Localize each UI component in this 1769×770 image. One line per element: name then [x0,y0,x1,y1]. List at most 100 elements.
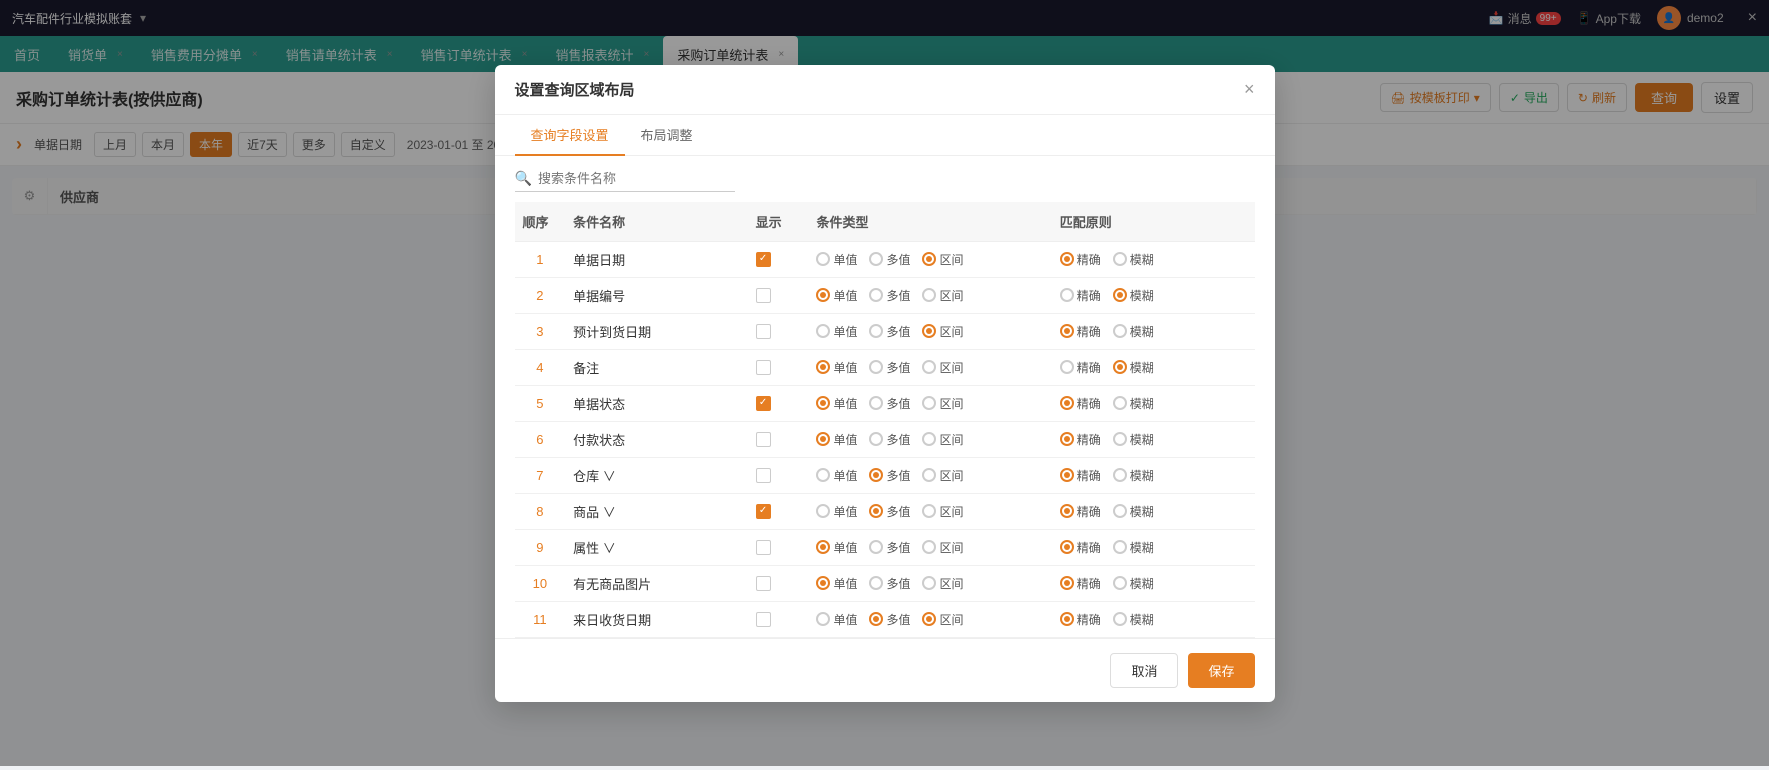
match-exact-radio[interactable]: 精确 [1060,323,1101,340]
row-show-checkbox[interactable] [756,612,771,627]
type-range-radio[interactable]: 区间 [922,431,963,448]
row-show-checkbox[interactable] [756,468,771,483]
type-range-radio[interactable]: 区间 [922,395,963,412]
type-single-radio[interactable]: 单值 [816,575,857,592]
match-fuzzy-radio[interactable]: 模糊 [1113,467,1154,484]
row-show-checkbox[interactable] [756,252,771,267]
match-exact-circle[interactable] [1060,360,1074,374]
match-exact-radio[interactable]: 精确 [1060,539,1101,556]
row-show-cell[interactable] [748,349,809,385]
type-single-radio[interactable]: 单值 [816,539,857,556]
type-multi-circle[interactable] [869,432,883,446]
row-show-cell[interactable] [748,457,809,493]
type-range-radio[interactable]: 区间 [922,611,963,628]
match-fuzzy-circle[interactable] [1113,612,1127,626]
match-exact-circle[interactable] [1060,396,1074,410]
match-exact-circle[interactable] [1060,576,1074,590]
match-fuzzy-radio[interactable]: 模糊 [1113,251,1154,268]
type-single-radio[interactable]: 单值 [816,467,857,484]
type-multi-circle[interactable] [869,288,883,302]
match-fuzzy-radio[interactable]: 模糊 [1113,431,1154,448]
match-exact-circle[interactable] [1060,432,1074,446]
type-multi-radio[interactable]: 多值 [869,251,910,268]
type-multi-circle[interactable] [869,360,883,374]
type-range-circle[interactable] [922,468,936,482]
type-multi-circle[interactable] [869,324,883,338]
cancel-button[interactable]: 取消 [1110,653,1178,688]
type-single-circle[interactable] [816,324,830,338]
modal-close-button[interactable]: × [1244,80,1255,98]
type-single-radio[interactable]: 单值 [816,323,857,340]
type-single-circle[interactable] [816,432,830,446]
type-multi-radio[interactable]: 多值 [869,359,910,376]
match-exact-circle[interactable] [1060,612,1074,626]
type-range-radio[interactable]: 区间 [922,251,963,268]
type-single-circle[interactable] [816,396,830,410]
type-multi-circle[interactable] [869,468,883,482]
type-single-circle[interactable] [816,252,830,266]
row-show-cell[interactable] [748,313,809,349]
modal-tab-query-fields[interactable]: 查询字段设置 [515,115,625,156]
type-single-circle[interactable] [816,612,830,626]
save-button[interactable]: 保存 [1188,653,1254,688]
match-exact-circle[interactable] [1060,540,1074,554]
match-fuzzy-circle[interactable] [1113,468,1127,482]
type-single-radio[interactable]: 单值 [816,395,857,412]
row-show-cell[interactable] [748,601,809,637]
type-range-circle[interactable] [922,432,936,446]
row-show-checkbox[interactable] [756,324,771,339]
match-exact-radio[interactable]: 精确 [1060,251,1101,268]
type-multi-circle[interactable] [869,540,883,554]
type-multi-circle[interactable] [869,252,883,266]
match-fuzzy-circle[interactable] [1113,360,1127,374]
type-range-circle[interactable] [922,504,936,518]
row-show-cell[interactable] [748,385,809,421]
type-multi-circle[interactable] [869,396,883,410]
type-range-radio[interactable]: 区间 [922,539,963,556]
row-show-cell[interactable] [748,277,809,313]
type-multi-radio[interactable]: 多值 [869,431,910,448]
row-show-checkbox[interactable] [756,360,771,375]
match-fuzzy-circle[interactable] [1113,504,1127,518]
type-range-circle[interactable] [922,540,936,554]
match-exact-radio[interactable]: 精确 [1060,395,1101,412]
type-range-circle[interactable] [922,576,936,590]
type-single-circle[interactable] [816,288,830,302]
row-show-checkbox[interactable] [756,396,771,411]
type-single-circle[interactable] [816,576,830,590]
type-range-circle[interactable] [922,360,936,374]
type-multi-radio[interactable]: 多值 [869,539,910,556]
match-fuzzy-circle[interactable] [1113,252,1127,266]
row-show-cell[interactable] [748,529,809,565]
modal-tab-layout[interactable]: 布局调整 [625,115,709,156]
match-fuzzy-radio[interactable]: 模糊 [1113,611,1154,628]
row-show-checkbox[interactable] [756,576,771,591]
type-single-radio[interactable]: 单值 [816,503,857,520]
type-multi-circle[interactable] [869,612,883,626]
match-exact-radio[interactable]: 精确 [1060,503,1101,520]
type-multi-radio[interactable]: 多值 [869,467,910,484]
match-fuzzy-radio[interactable]: 模糊 [1113,323,1154,340]
match-fuzzy-circle[interactable] [1113,540,1127,554]
type-single-radio[interactable]: 单值 [816,359,857,376]
row-show-cell[interactable] [748,421,809,457]
row-show-cell[interactable] [748,241,809,277]
match-exact-circle[interactable] [1060,468,1074,482]
type-range-circle[interactable] [922,612,936,626]
type-range-radio[interactable]: 区间 [922,287,963,304]
match-exact-circle[interactable] [1060,252,1074,266]
match-exact-circle[interactable] [1060,504,1074,518]
match-exact-radio[interactable]: 精确 [1060,431,1101,448]
match-fuzzy-circle[interactable] [1113,576,1127,590]
type-range-circle[interactable] [922,324,936,338]
type-single-circle[interactable] [816,504,830,518]
match-exact-radio[interactable]: 精确 [1060,611,1101,628]
type-single-radio[interactable]: 单值 [816,611,857,628]
type-multi-circle[interactable] [869,504,883,518]
row-show-cell[interactable] [748,493,809,529]
match-exact-radio[interactable]: 精确 [1060,359,1101,376]
type-range-circle[interactable] [922,252,936,266]
type-single-radio[interactable]: 单值 [816,431,857,448]
match-fuzzy-radio[interactable]: 模糊 [1113,359,1154,376]
match-fuzzy-radio[interactable]: 模糊 [1113,539,1154,556]
